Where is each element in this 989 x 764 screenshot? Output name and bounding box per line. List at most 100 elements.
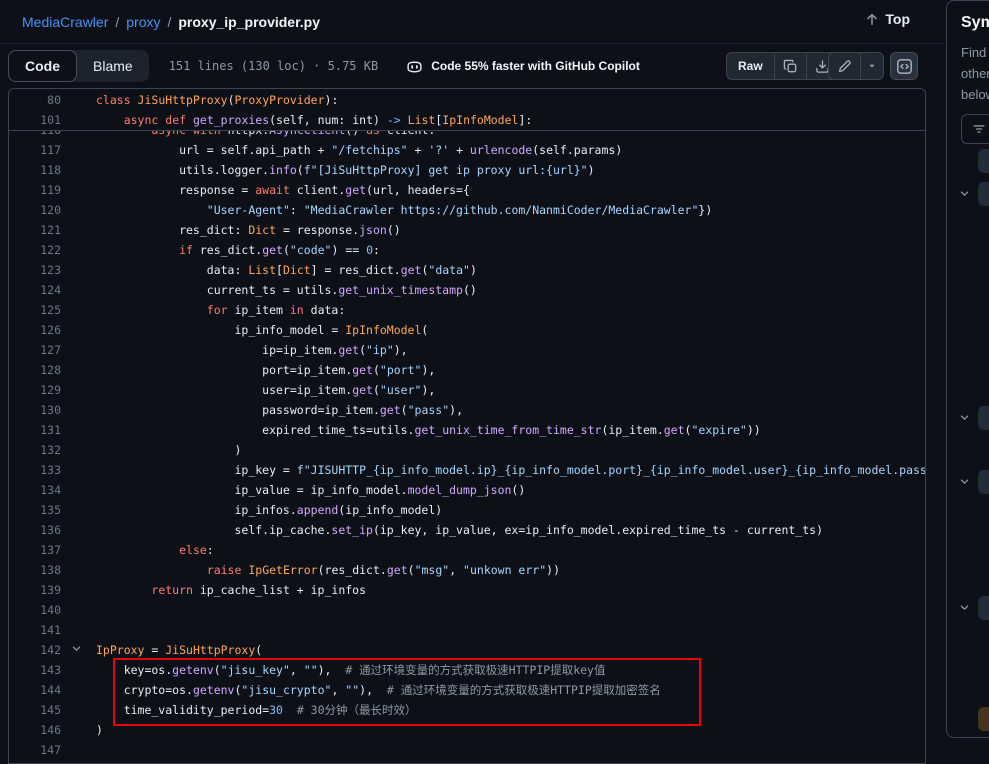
line-number[interactable]: 144 xyxy=(9,683,61,697)
code-line-126: 126 ip_info_model = IpInfoModel( xyxy=(9,320,925,340)
code-text: data: List[Dict] = res_dict.get("data") xyxy=(61,260,477,280)
code-text: ip_value = ip_info_model.model_dump_json… xyxy=(61,480,525,500)
line-number[interactable]: 128 xyxy=(9,363,61,377)
code-line-144: 144 crypto=os.getenv("jisu_crypto", ""),… xyxy=(9,680,925,700)
symbol-item[interactable] xyxy=(947,707,989,731)
code-line-129: 129 user=ip_item.get("user"), xyxy=(9,380,925,400)
code-line-146: 146) xyxy=(9,720,925,740)
code-text: ip_key = f"JISUHTTP_{ip_info_model.ip}_{… xyxy=(61,460,926,480)
edit-button-group xyxy=(828,52,884,80)
chevron-down-icon[interactable] xyxy=(959,476,970,487)
line-number[interactable]: 136 xyxy=(9,523,61,537)
line-number[interactable]: 126 xyxy=(9,323,61,337)
code-text: user=ip_item.get("user"), xyxy=(61,380,435,400)
copilot-label: Code 55% faster with GitHub Copilot xyxy=(431,59,640,73)
line-number[interactable]: 120 xyxy=(9,203,61,217)
symbol-item[interactable] xyxy=(947,149,989,173)
arrow-up-icon xyxy=(865,12,879,26)
symbol-chip[interactable] xyxy=(978,707,989,731)
code-line-119: 119 response = await client.get(url, hea… xyxy=(9,180,925,200)
line-number[interactable]: 129 xyxy=(9,383,61,397)
line-number[interactable]: 138 xyxy=(9,563,61,577)
line-number[interactable]: 118 xyxy=(9,163,61,177)
line-number[interactable]: 123 xyxy=(9,263,61,277)
code-line-123: 123 data: List[Dict] = res_dict.get("dat… xyxy=(9,260,925,280)
line-number[interactable]: 139 xyxy=(9,583,61,597)
line-number[interactable]: 140 xyxy=(9,603,61,617)
code-line-128: 128 port=ip_item.get("port"), xyxy=(9,360,925,380)
line-number[interactable]: 121 xyxy=(9,223,61,237)
code-line-137: 137 else: xyxy=(9,540,925,560)
code-text: ip=ip_item.get("ip"), xyxy=(61,340,408,360)
code-text: async def get_proxies(self, num: int) ->… xyxy=(61,110,532,130)
line-number[interactable]: 141 xyxy=(9,623,61,637)
line-number[interactable]: 127 xyxy=(9,343,61,357)
symbol-chip[interactable] xyxy=(978,596,989,620)
line-number[interactable]: 143 xyxy=(9,663,61,677)
breadcrumb-folder-link[interactable]: proxy xyxy=(126,14,160,30)
line-number[interactable]: 146 xyxy=(9,723,61,737)
code-line-142: 142IpProxy = JiSuHttpProxy( xyxy=(9,640,925,660)
line-number[interactable]: 134 xyxy=(9,483,61,497)
code-line-145: 145 time_validity_period=30 # 30分钟（最长时效） xyxy=(9,700,925,720)
line-number[interactable]: 135 xyxy=(9,503,61,517)
code-text: key=os.getenv("jisu_key", ""), # 通过环境变量的… xyxy=(61,660,606,680)
symbol-item[interactable] xyxy=(947,470,989,494)
breadcrumb-separator: / xyxy=(167,14,171,30)
symbol-chip[interactable] xyxy=(978,406,989,430)
breadcrumb-repo-link[interactable]: MediaCrawler xyxy=(22,14,108,30)
copilot-banner[interactable]: Code 55% faster with GitHub Copilot xyxy=(406,58,640,75)
symbol-item[interactable] xyxy=(947,182,989,206)
code-line-125: 125 for ip_item in data: xyxy=(9,300,925,320)
symbol-item[interactable] xyxy=(947,406,989,430)
line-number[interactable]: 80 xyxy=(9,93,61,107)
copy-button[interactable] xyxy=(774,53,806,79)
breadcrumb-separator: / xyxy=(115,14,119,30)
back-to-top-button[interactable]: Top xyxy=(865,11,910,27)
chevron-down-icon[interactable] xyxy=(959,602,970,613)
code-text: res_dict: Dict = response.json() xyxy=(61,220,401,240)
line-number[interactable]: 119 xyxy=(9,183,61,197)
line-number[interactable]: 147 xyxy=(9,743,61,757)
line-number[interactable]: 130 xyxy=(9,403,61,417)
edit-dropdown-button[interactable] xyxy=(860,53,883,79)
line-number[interactable]: 145 xyxy=(9,703,61,717)
line-number[interactable]: 125 xyxy=(9,303,61,317)
symbol-chip[interactable] xyxy=(978,470,989,494)
tab-code[interactable]: Code xyxy=(8,50,77,82)
code-text: self.ip_cache.set_ip(ip_key, ip_value, e… xyxy=(61,520,823,540)
copy-icon xyxy=(783,59,798,74)
line-number[interactable]: 142 xyxy=(9,643,61,657)
code-line-80: 80class JiSuHttpProxy(ProxyProvider): xyxy=(9,90,925,110)
line-number[interactable]: 101 xyxy=(9,113,61,127)
code-line-101: 101 async def get_proxies(self, num: int… xyxy=(9,110,925,130)
line-number[interactable]: 122 xyxy=(9,243,61,257)
code-line-124: 124 current_ts = utils.get_unix_timestam… xyxy=(9,280,925,300)
line-number[interactable]: 137 xyxy=(9,543,61,557)
code-text: return ip_cache_list + ip_infos xyxy=(61,580,366,600)
symbols-toggle-button[interactable] xyxy=(890,52,918,80)
breadcrumb-filename: proxy_ip_provider.py xyxy=(178,14,320,30)
raw-button[interactable]: Raw xyxy=(727,53,774,79)
code-line-139: 139 return ip_cache_list + ip_infos xyxy=(9,580,925,600)
chevron-down-icon[interactable] xyxy=(959,188,970,199)
edit-button[interactable] xyxy=(829,53,860,79)
collapse-chevron-icon[interactable] xyxy=(71,643,82,654)
symbols-filter-input[interactable] xyxy=(961,114,989,144)
github-file-view: { "breadcrumb": { "repo": "MediaCrawler"… xyxy=(0,0,989,763)
tab-blame[interactable]: Blame xyxy=(77,50,149,82)
code-text: "User-Agent": "MediaCrawler https://gith… xyxy=(61,200,712,220)
chevron-down-icon[interactable] xyxy=(959,412,970,423)
symbol-chip[interactable] xyxy=(978,149,989,173)
file-toolbar: Code Blame 151 lines (130 loc) · 5.75 KB… xyxy=(0,44,945,88)
line-number[interactable]: 132 xyxy=(9,443,61,457)
symbol-chip[interactable] xyxy=(978,182,989,206)
line-number[interactable]: 131 xyxy=(9,423,61,437)
line-number[interactable]: 133 xyxy=(9,463,61,477)
code-line-135: 135 ip_infos.append(ip_info_model) xyxy=(9,500,925,520)
code-line-127: 127 ip=ip_item.get("ip"), xyxy=(9,340,925,360)
line-number[interactable]: 124 xyxy=(9,283,61,297)
symbol-item[interactable] xyxy=(947,596,989,620)
line-number[interactable]: 117 xyxy=(9,143,61,157)
chevron-down-icon xyxy=(867,61,877,71)
